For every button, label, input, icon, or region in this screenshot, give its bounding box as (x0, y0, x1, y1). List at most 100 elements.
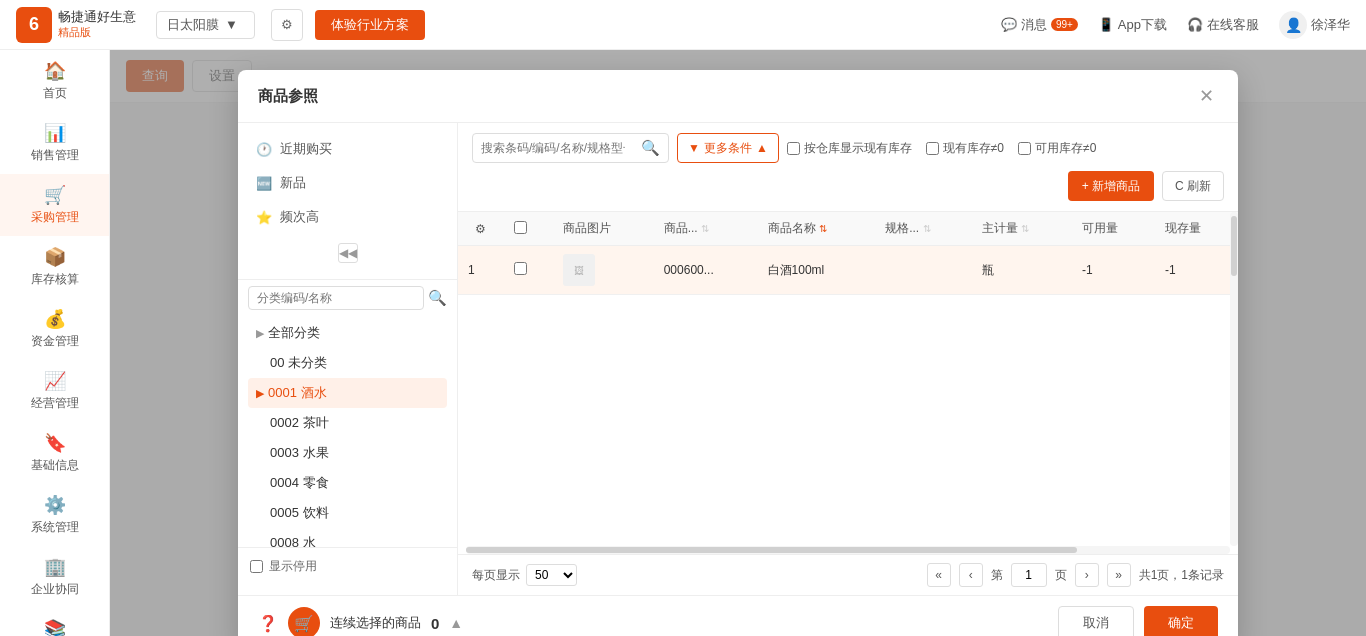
col-name-label: 商品名称 (768, 221, 816, 235)
user-area[interactable]: 👤 徐泽华 (1279, 11, 1350, 39)
col-stock: 现存量 (1155, 212, 1238, 246)
sidebar-item-finance[interactable]: 💰 资金管理 (0, 298, 109, 360)
sidebar-item-basics[interactable]: 🔖 基础信息 (0, 422, 109, 484)
row-checkbox[interactable] (514, 262, 527, 275)
category-0004-label: 0004 零食 (270, 474, 329, 492)
category-0002[interactable]: 0002 茶叶 (248, 408, 447, 438)
check-warehouse-item[interactable]: 按仓库显示现有库存 (787, 140, 912, 157)
sidebar-label-enterprise: 企业协同 (31, 581, 79, 598)
tab-recent-label: 近期购买 (280, 140, 332, 158)
tab-frequent[interactable]: ⭐ 频次高 (246, 201, 449, 233)
help-icon[interactable]: ❓ (258, 614, 278, 633)
top-nav: 6 畅捷通好生意 精品版 日太阳膜 ▼ ⚙ 体验行业方案 💬 消息 99+ 📱 … (0, 0, 1366, 50)
per-page-section: 每页显示 50 100 200 (472, 564, 577, 586)
display-disabled-checkbox[interactable] (250, 560, 263, 573)
check-available-checkbox[interactable] (1018, 142, 1031, 155)
col-name[interactable]: 商品名称 ⇅ (758, 212, 876, 246)
logo-title: 畅捷通好生意 (58, 9, 136, 26)
sidebar-item-system[interactable]: ⚙️ 系统管理 (0, 484, 109, 546)
sidebar-item-operations[interactable]: 📈 经营管理 (0, 360, 109, 422)
home-icon: 🏠 (44, 60, 66, 82)
category-unclassified[interactable]: 00 未分类 (248, 348, 447, 378)
col-code[interactable]: 商品... ⇅ (654, 212, 758, 246)
page-prev-button[interactable]: ‹ (959, 563, 983, 587)
modal-header: 商品参照 ✕ (238, 70, 1238, 123)
scrollbar-thumb (1231, 216, 1237, 276)
page-number-input[interactable] (1011, 563, 1047, 587)
category-0003[interactable]: 0003 水果 (248, 438, 447, 468)
category-all[interactable]: ▶ 全部分类 (248, 318, 447, 348)
cancel-button[interactable]: 取消 (1058, 606, 1134, 636)
cart-button[interactable]: 🛒 (288, 607, 320, 636)
col-unit[interactable]: 主计量 ⇅ (972, 212, 1072, 246)
product-search-button[interactable]: 🔍 (633, 139, 668, 157)
arrow-icon: ▶ (256, 327, 264, 340)
selected-count-badge: 0 (431, 615, 439, 632)
pagination: 每页显示 50 100 200 « ‹ 第 页 (458, 554, 1238, 595)
right-panel: 🔍 ▼ 更多条件 ▲ 按仓库显示现有库存 (458, 123, 1238, 595)
check-warehouse-checkbox[interactable] (787, 142, 800, 155)
page-next-button[interactable]: › (1075, 563, 1099, 587)
modal-footer: ❓ 🛒 连续选择的商品 0 ▲ 取消 确定 (238, 595, 1238, 636)
sidebar-label-basics: 基础信息 (31, 457, 79, 474)
product-search-input[interactable] (473, 141, 633, 155)
sidebar-item-enterprise[interactable]: 🏢 企业协同 (0, 546, 109, 608)
col-settings[interactable]: ⚙ (458, 212, 504, 246)
page-last-button[interactable]: » (1107, 563, 1131, 587)
trial-button[interactable]: 体验行业方案 (315, 10, 425, 40)
category-0005[interactable]: 0005 饮料 (248, 498, 447, 528)
row-index: 1 (458, 246, 504, 295)
horizontal-scrollbar[interactable] (466, 546, 1230, 554)
sort-name-icon: ⇅ (819, 223, 827, 234)
support-btn[interactable]: 🎧 在线客服 (1187, 16, 1259, 34)
tab-recent-purchase[interactable]: 🕐 近期购买 (246, 133, 449, 165)
refresh-button[interactable]: C 刷新 (1162, 171, 1224, 201)
check-available-label: 可用库存≠0 (1035, 140, 1096, 157)
messages-btn[interactable]: 💬 消息 99+ (1001, 16, 1078, 34)
per-page-select[interactable]: 50 100 200 (526, 564, 577, 586)
col-spec[interactable]: 规格... ⇅ (875, 212, 972, 246)
col-code-label: 商品... (664, 221, 698, 235)
category-0001[interactable]: ▶ 0001 酒水 (248, 378, 447, 408)
confirm-button[interactable]: 确定 (1144, 606, 1218, 636)
table-scrollbar[interactable] (1230, 212, 1238, 546)
table-row[interactable]: 1 🖼 (458, 246, 1238, 295)
category-search-icon[interactable]: 🔍 (428, 289, 447, 307)
more-filters-button[interactable]: ▼ 更多条件 ▲ (677, 133, 779, 163)
tab-new-products[interactable]: 🆕 新品 (246, 167, 449, 199)
select-all-checkbox[interactable] (514, 221, 527, 234)
display-disabled-label[interactable]: 显示停用 (269, 558, 317, 575)
left-tabs: 🕐 近期购买 🆕 新品 ⭐ 频次高 (238, 133, 457, 233)
app-download-btn[interactable]: 📱 App下载 (1098, 16, 1167, 34)
settings-icon[interactable]: ⚙ (271, 9, 303, 41)
modal-title: 商品参照 (258, 87, 318, 106)
check-available-item[interactable]: 可用库存≠0 (1018, 140, 1096, 157)
tab-new-label: 新品 (280, 174, 306, 192)
sidebar-item-guide[interactable]: 📚 新手引导 (0, 608, 109, 636)
add-product-button[interactable]: + 新增商品 (1068, 171, 1154, 201)
category-0008[interactable]: 0008 水 (248, 528, 447, 547)
check-nonzero-item[interactable]: 现有库存≠0 (926, 140, 1004, 157)
logo-sub: 精品版 (58, 25, 136, 40)
page-end-label: 页 (1055, 567, 1067, 584)
sidebar-item-inventory[interactable]: 📦 库存核算 (0, 236, 109, 298)
row-spec (875, 246, 972, 295)
mobile-icon: 📱 (1098, 17, 1114, 32)
footer-collapse-icon[interactable]: ▲ (449, 615, 463, 631)
sidebar-item-purchase[interactable]: 🛒 采购管理 (0, 174, 109, 236)
sidebar-item-home[interactable]: 🏠 首页 (0, 50, 109, 112)
modal-body: 🕐 近期购买 🆕 新品 ⭐ 频次高 (238, 123, 1238, 595)
category-unclassified-label: 00 未分类 (270, 354, 327, 372)
modal-close-button[interactable]: ✕ (1194, 84, 1218, 108)
row-stock: -1 (1155, 246, 1238, 295)
category-search-input[interactable] (248, 286, 424, 310)
category-0004[interactable]: 0004 零食 (248, 468, 447, 498)
col-spec-label: 规格... (885, 221, 919, 235)
sidebar-item-sales[interactable]: 📊 销售管理 (0, 112, 109, 174)
page-first-button[interactable]: « (927, 563, 951, 587)
check-nonzero-checkbox[interactable] (926, 142, 939, 155)
nav-selector[interactable]: 日太阳膜 ▼ (156, 11, 255, 39)
chevron-down-icon: ▼ (225, 17, 238, 32)
collapse-panel-button[interactable]: ◀◀ (338, 243, 358, 263)
messages-label: 消息 (1021, 16, 1047, 34)
